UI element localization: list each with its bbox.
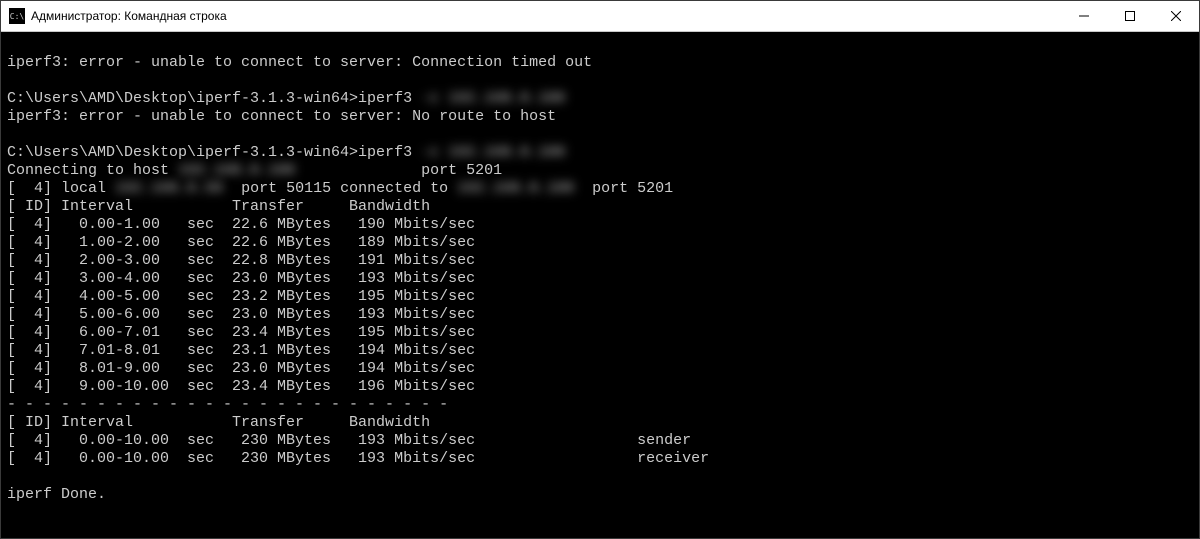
command-prompt-window: C:\ Администратор: Командная строка iper… [0, 0, 1200, 539]
table-row: [ 4] 7.01-8.01 sec 23.1 MBytes 194 Mbits… [7, 342, 475, 359]
table-header: [ ID] Interval Transfer Bandwidth [7, 198, 430, 215]
minimize-button[interactable] [1061, 1, 1107, 31]
output-line: iperf3: error - unable to connect to ser… [7, 108, 556, 125]
redacted-text: -c 192.168.0.100 [421, 144, 583, 162]
table-row: [ 4] 8.01-9.00 sec 23.0 MBytes 194 Mbits… [7, 360, 475, 377]
table-row: [ 4] 1.00-2.00 sec 22.6 MBytes 189 Mbits… [7, 234, 475, 251]
summary-row: [ 4] 0.00-10.00 sec 230 MBytes 193 Mbits… [7, 432, 691, 449]
output-line: iperf3: error - unable to connect to ser… [7, 54, 592, 71]
table-header: [ ID] Interval Transfer Bandwidth [7, 414, 430, 431]
redacted-text: -c 192.168.0.100 [421, 90, 565, 108]
table-row: [ 4] 6.00-7.01 sec 23.4 MBytes 195 Mbits… [7, 324, 475, 341]
redacted-text: 192.168.0.50 [115, 180, 232, 198]
prompt-line: C:\Users\AMD\Desktop\iperf-3.1.3-win64>i… [7, 144, 583, 161]
table-row: [ 4] 9.00-10.00 sec 23.4 MBytes 196 Mbit… [7, 378, 475, 395]
table-row: [ 4] 5.00-6.00 sec 23.0 MBytes 193 Mbits… [7, 306, 475, 323]
maximize-button[interactable] [1107, 1, 1153, 31]
output-line: iperf Done. [7, 486, 106, 503]
table-row: [ 4] 3.00-4.00 sec 23.0 MBytes 193 Mbits… [7, 270, 475, 287]
minimize-icon [1079, 11, 1089, 21]
close-icon [1171, 11, 1181, 21]
close-button[interactable] [1153, 1, 1199, 31]
terminal-output[interactable]: iperf3: error - unable to connect to ser… [1, 32, 1199, 538]
output-line: [ 4] local 192.168.0.50 port 50115 conne… [7, 180, 673, 197]
prompt-line: C:\Users\AMD\Desktop\iperf-3.1.3-win64>i… [7, 90, 565, 107]
maximize-icon [1125, 11, 1135, 21]
table-row: [ 4] 0.00-1.00 sec 22.6 MBytes 190 Mbits… [7, 216, 475, 233]
table-row: [ 4] 4.00-5.00 sec 23.2 MBytes 195 Mbits… [7, 288, 475, 305]
window-title: Администратор: Командная строка [31, 9, 227, 23]
summary-row: [ 4] 0.00-10.00 sec 230 MBytes 193 Mbits… [7, 450, 709, 467]
cmd-icon: C:\ [9, 8, 25, 24]
titlebar: C:\ Администратор: Командная строка [1, 1, 1199, 32]
redacted-text: 192.168.0.100 [178, 162, 295, 180]
divider-line: - - - - - - - - - - - - - - - - - - - - … [7, 396, 448, 413]
output-line: Connecting to host 192.168.0.100 port 52… [7, 162, 502, 179]
table-row: [ 4] 2.00-3.00 sec 22.8 MBytes 191 Mbits… [7, 252, 475, 269]
redacted-text: 192.168.0.100 [457, 180, 583, 198]
